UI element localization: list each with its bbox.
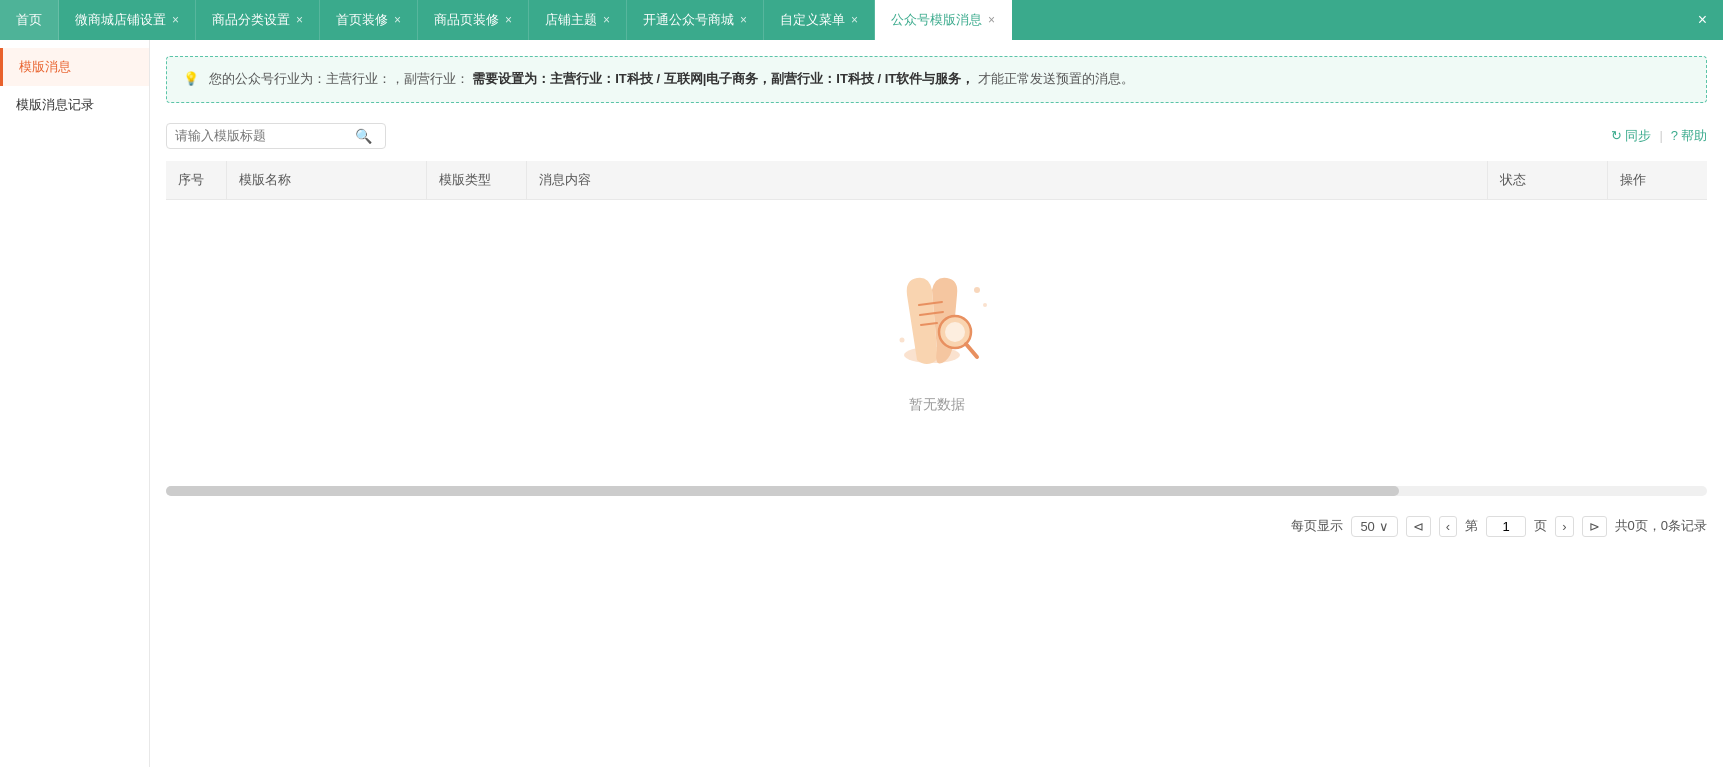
tab-wshop-close[interactable]: ×: [172, 13, 179, 27]
empty-text: 暂无数据: [909, 396, 965, 414]
empty-illustration: [877, 260, 997, 380]
toolbar-right: ↻ 同步 | ? 帮助: [1611, 127, 1707, 145]
tab-home-deco-close[interactable]: ×: [394, 13, 401, 27]
data-table: 序号 模版名称 模版类型 消息内容 状态 操作: [166, 161, 1707, 200]
sync-button[interactable]: ↻ 同步: [1611, 127, 1651, 145]
tab-home-deco-label: 首页装修: [336, 11, 388, 29]
tab-wshop-settings[interactable]: 微商城店铺设置 ×: [59, 0, 196, 40]
search-icon[interactable]: 🔍: [355, 128, 372, 144]
tab-open-public-close[interactable]: ×: [740, 13, 747, 27]
svg-line-6: [966, 344, 977, 357]
tab-custom-menu[interactable]: 自定义菜单 ×: [764, 0, 875, 40]
per-page-label: 每页显示: [1291, 517, 1343, 535]
col-action: 操作: [1607, 161, 1707, 200]
last-page-button[interactable]: ⊳: [1582, 516, 1607, 537]
sidebar-item-template-record[interactable]: 模版消息记录: [0, 86, 149, 124]
tab-prod-deco-close[interactable]: ×: [505, 13, 512, 27]
tab-bar-close-all[interactable]: ×: [1682, 11, 1723, 29]
first-page-button[interactable]: ⊲: [1406, 516, 1431, 537]
scroll-bar-thumb[interactable]: [166, 486, 1399, 496]
col-name: 模版名称: [226, 161, 426, 200]
tab-template-msg[interactable]: 公众号模版消息 ×: [875, 0, 1012, 40]
content-area: 💡 您的公众号行业为：主营行业：，副营行业： 需要设置为：主营行业：IT科技 /…: [150, 40, 1723, 767]
col-status: 状态: [1487, 161, 1607, 200]
tab-shop-theme[interactable]: 店铺主题 ×: [529, 0, 627, 40]
tab-product-decoration[interactable]: 商品页装修 ×: [418, 0, 529, 40]
empty-svg: [877, 260, 997, 380]
tab-custom-menu-label: 自定义菜单: [780, 11, 845, 29]
help-icon: ?: [1671, 128, 1678, 143]
tab-prod-deco-label: 商品页装修: [434, 11, 499, 29]
tab-home[interactable]: 首页: [0, 0, 59, 40]
notice-icon: 💡: [183, 71, 199, 86]
page-label: 第: [1465, 517, 1478, 535]
prev-page-button[interactable]: ‹: [1439, 516, 1457, 537]
empty-state: 暂无数据: [166, 200, 1707, 474]
toolbar-divider: |: [1659, 128, 1662, 143]
scroll-bar-area[interactable]: [166, 486, 1707, 496]
tab-template-msg-label: 公众号模版消息: [891, 11, 982, 29]
notice-highlight: 需要设置为：主营行业：IT科技 / 互联网|电子商务，副营行业：IT科技 / I…: [472, 71, 974, 86]
table-header-row: 序号 模版名称 模版类型 消息内容 状态 操作: [166, 161, 1707, 200]
notice-suffix: 才能正常发送预置的消息。: [978, 71, 1134, 86]
tab-category[interactable]: 商品分类设置 ×: [196, 0, 320, 40]
svg-point-8: [983, 303, 987, 307]
per-page-select[interactable]: 50 ∨: [1351, 516, 1397, 537]
tab-template-msg-close[interactable]: ×: [988, 13, 995, 27]
tab-home-decoration[interactable]: 首页装修 ×: [320, 0, 418, 40]
next-page-button[interactable]: ›: [1555, 516, 1573, 537]
page-unit: 页: [1534, 517, 1547, 535]
tab-category-close[interactable]: ×: [296, 13, 303, 27]
pagination: 每页显示 50 ∨ ⊲ ‹ 第 页 › ⊳ 共0页，0条记录: [166, 508, 1707, 545]
svg-point-7: [974, 287, 980, 293]
sidebar: 模版消息 模版消息记录: [0, 40, 150, 767]
sidebar-item-template-msg[interactable]: 模版消息: [0, 48, 149, 86]
page-input[interactable]: [1486, 516, 1526, 537]
tab-shop-theme-label: 店铺主题: [545, 11, 597, 29]
tab-custom-menu-close[interactable]: ×: [851, 13, 858, 27]
sync-icon: ↻: [1611, 128, 1622, 143]
svg-point-9: [899, 337, 904, 342]
tab-shop-theme-close[interactable]: ×: [603, 13, 610, 27]
search-bar: 🔍 ↻ 同步 | ? 帮助: [166, 123, 1707, 149]
notice-banner: 💡 您的公众号行业为：主营行业：，副营行业： 需要设置为：主营行业：IT科技 /…: [166, 56, 1707, 103]
svg-point-5: [945, 322, 965, 342]
tab-category-label: 商品分类设置: [212, 11, 290, 29]
search-input[interactable]: [175, 128, 355, 143]
sidebar-item-template-record-label: 模版消息记录: [16, 97, 94, 112]
per-page-value: 50: [1360, 519, 1374, 534]
chevron-down-icon: ∨: [1379, 519, 1389, 534]
notice-prefix: 您的公众号行业为：主营行业：，副营行业：: [209, 71, 469, 86]
tab-home-label: 首页: [16, 11, 42, 29]
col-type: 模版类型: [426, 161, 526, 200]
col-content: 消息内容: [526, 161, 1487, 200]
help-label: 帮助: [1681, 127, 1707, 145]
tab-wshop-label: 微商城店铺设置: [75, 11, 166, 29]
sidebar-item-template-msg-label: 模版消息: [19, 59, 71, 74]
search-input-wrap[interactable]: 🔍: [166, 123, 386, 149]
tab-bar: 首页 微商城店铺设置 × 商品分类设置 × 首页装修 × 商品页装修 × 店铺主…: [0, 0, 1723, 40]
main-layout: 模版消息 模版消息记录 💡 您的公众号行业为：主营行业：，副营行业： 需要设置为…: [0, 40, 1723, 767]
total-info: 共0页，0条记录: [1615, 517, 1707, 535]
col-index: 序号: [166, 161, 226, 200]
help-button[interactable]: ? 帮助: [1671, 127, 1707, 145]
tab-open-public-label: 开通公众号商城: [643, 11, 734, 29]
sync-label: 同步: [1625, 127, 1651, 145]
tab-open-public[interactable]: 开通公众号商城 ×: [627, 0, 764, 40]
